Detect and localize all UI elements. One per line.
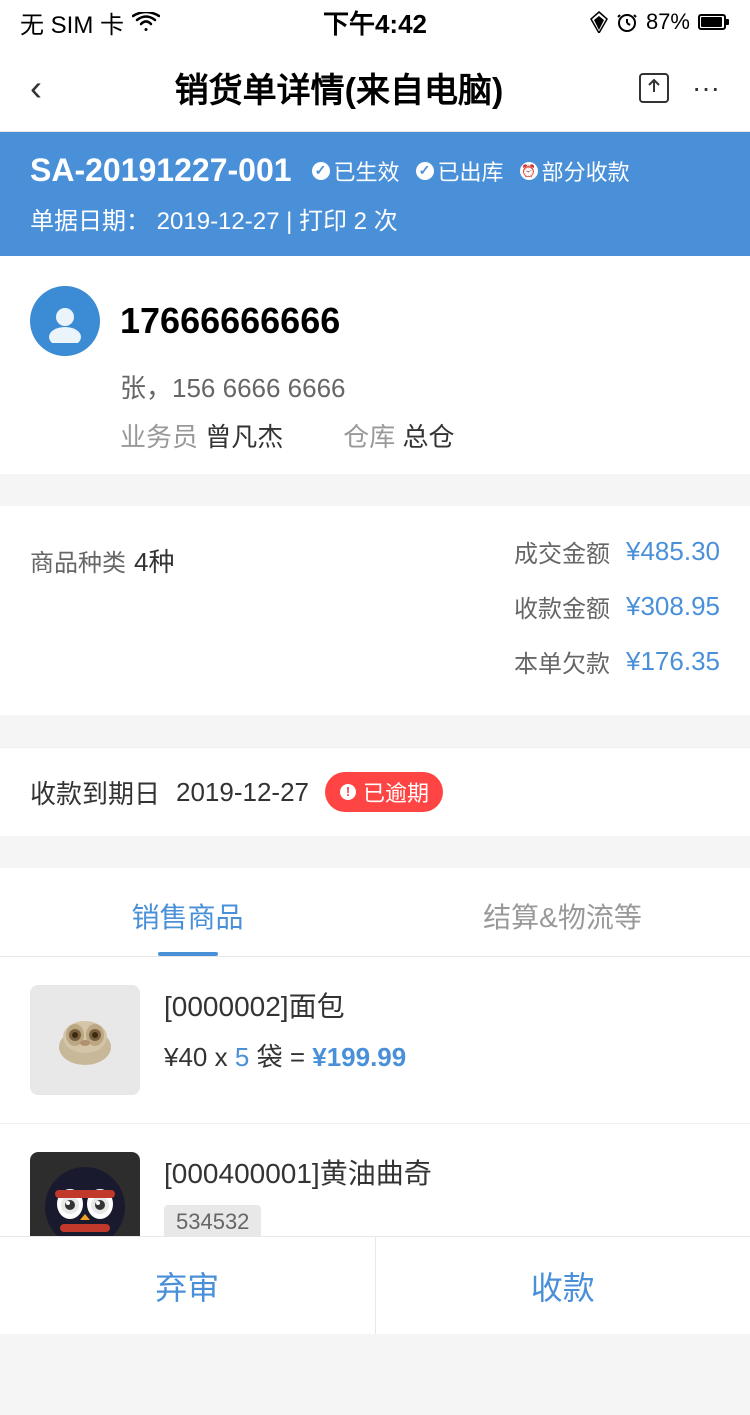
battery-percent: 87% [646,9,690,35]
customer-contact: 张，156 6666 6666 [30,368,720,405]
divider-3 [0,836,750,852]
tab-products[interactable]: 销售商品 [0,868,375,956]
sim-status: 无 SIM 卡 [20,5,124,40]
shipped-icon: ✓ [416,162,434,180]
received-row: 收款金额 ¥308.95 [514,589,720,624]
warehouse: 仓库 总仓 [343,417,454,454]
page-title: 销货单详情(来自电脑) [175,63,504,112]
product-image-bread [30,985,140,1095]
tabs: 销售商品 结算&物流等 [0,868,750,957]
back-button[interactable]: ‹ [30,67,42,109]
customer-meta: 业务员 曾凡杰 仓库 总仓 [30,417,720,454]
battery-icon [698,13,730,31]
collect-payment-button[interactable]: 收款 [376,1237,750,1334]
effective-icon: ✓ [312,162,330,180]
status-bar: 无 SIM 卡 下午4:42 87% [0,0,750,44]
product-info-bread: [0000002]面包 ¥40 x 5 袋 = ¥199.99 [164,985,720,1074]
divider-1 [0,474,750,490]
overdue-badge: ! 已逾期 [325,772,443,812]
alarm-icon [616,11,638,33]
customer-section: 17666666666 张，156 6666 6666 业务员 曾凡杰 仓库 总… [0,256,750,474]
status-badges: ✓ 已生效 ✓ 已出库 ⏰ 部分收款 [312,155,630,187]
amount-row: 成交金额 ¥485.30 [514,534,720,569]
bread-image-placeholder [30,985,140,1095]
owl-placeholder-icon [50,1005,120,1075]
order-header: SA-20191227-001 ✓ 已生效 ✓ 已出库 ⏰ 部分收款 [0,132,750,256]
svg-text:!: ! [346,784,350,799]
due-section: 收款到期日 2019-12-27 ! 已逾期 [0,747,750,836]
abandon-review-button[interactable]: 弃审 [0,1237,376,1334]
share-icon[interactable] [636,70,672,106]
summary-left: 商品种类 4种 [30,534,174,579]
status-right: 87% [590,9,730,35]
summary-grid: 商品种类 4种 成交金额 ¥485.30 收款金额 ¥308.95 本单欠款 ¥… [30,534,720,687]
tab-settlement[interactable]: 结算&物流等 [375,868,750,956]
customer-top: 17666666666 [30,286,720,356]
product-name-bread: [0000002]面包 [164,985,720,1025]
product-item: [0000002]面包 ¥40 x 5 袋 = ¥199.99 [0,957,750,1124]
badge-shipped: ✓ 已出库 [416,155,504,187]
badge-partial-payment: ⏰ 部分收款 [520,155,630,187]
customer-id: 17666666666 [120,300,340,342]
order-header-top: SA-20191227-001 ✓ 已生效 ✓ 已出库 ⏰ 部分收款 [30,152,720,189]
product-name-cookie: [000400001]黄油曲奇 [164,1152,720,1192]
divider-2 [0,715,750,731]
amount-value: ¥485.30 [626,536,720,567]
summary-right: 成交金额 ¥485.30 收款金额 ¥308.95 本单欠款 ¥176.35 [514,534,720,687]
order-id: SA-20191227-001 [30,152,292,189]
nav-bar: ‹ 销货单详情(来自电脑) ··· [0,44,750,132]
summary-section: 商品种类 4种 成交金额 ¥485.30 收款金额 ¥308.95 本单欠款 ¥… [0,506,750,715]
warning-icon: ! [339,783,357,801]
nav-right: ··· [636,70,720,106]
location-icon [590,11,608,33]
badge-effective: ✓ 已生效 [312,155,400,187]
order-date: 单据日期： 2019-12-27 | 打印 2 次 [30,201,720,236]
sales-person: 业务员 曾凡杰 [120,417,283,454]
status-left: 无 SIM 卡 [20,5,160,40]
debt-row: 本单欠款 ¥176.35 [514,644,720,679]
product-price-bread: ¥40 x 5 袋 = ¥199.99 [164,1037,720,1074]
more-button[interactable]: ··· [692,72,720,104]
status-time: 下午4:42 [323,4,427,41]
avatar-icon [43,299,87,343]
nav-left: ‹ [30,67,42,109]
bottom-bar: 弃审 收款 [0,1236,750,1334]
wifi-icon [132,12,160,32]
debt-value: ¥176.35 [626,646,720,677]
product-types: 商品种类 4种 [30,542,174,579]
received-value: ¥308.95 [626,591,720,622]
partial-icon: ⏰ [520,162,538,180]
avatar [30,286,100,356]
product-badge-cookie: 534532 [164,1205,261,1239]
